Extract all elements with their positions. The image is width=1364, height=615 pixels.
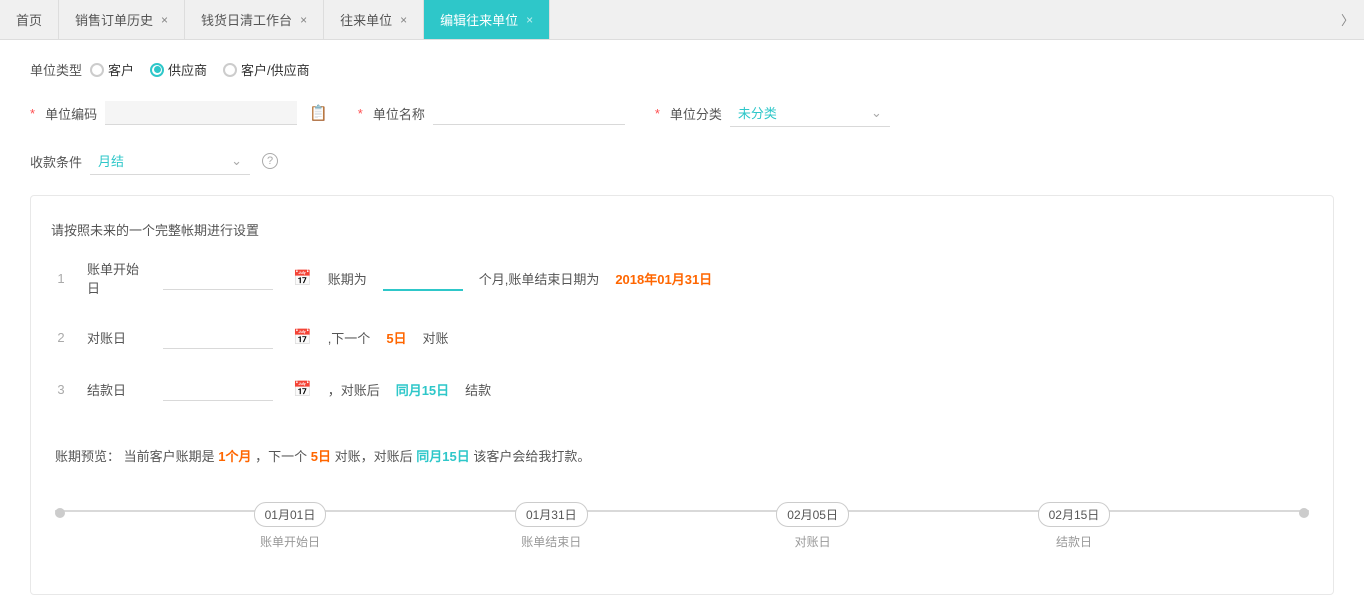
unit-category-label: 单位分类 xyxy=(670,104,722,123)
setting-row-2: 2 对账日 2018-02-05 📅 ,下一个 5日对账 xyxy=(51,325,1313,349)
card-title: 请按照未来的一个完整帐期进行设置 xyxy=(51,220,1313,239)
tab-cash-work[interactable]: 钱货日清工作台 × xyxy=(185,0,324,39)
payment-date-input[interactable]: 2018-02-15 xyxy=(163,377,273,401)
payment-condition-arrow-icon: ⌄ xyxy=(231,153,242,169)
row-label-3: 结款日 xyxy=(87,380,147,399)
unit-name-input[interactable]: 河南供应商22 xyxy=(433,101,625,125)
timeline-label-2: 账单结束日 xyxy=(521,533,581,550)
timeline-container: 01月01日 账单开始日 01月31日 账单结束日 02月05日 对账日 xyxy=(55,492,1309,570)
preview-highlight2: 5日 xyxy=(311,449,331,464)
row-label-1: 账单开始日 xyxy=(87,259,147,297)
start-date-input[interactable]: 2018-01-01 xyxy=(163,266,273,290)
reconcile-desc-prefix: ,下一个 xyxy=(328,328,371,347)
payment-desc-suffix: 结款 xyxy=(465,380,491,399)
period-input[interactable]: 1 xyxy=(383,266,463,291)
unit-code-field: * 单位编码 000001 📋 xyxy=(30,101,328,125)
row-num-2: 2 xyxy=(51,330,71,345)
preview-title: 账期预览： xyxy=(55,449,120,464)
timeline-start-dot xyxy=(55,508,65,518)
unit-type-row: 单位类型 客户 供应商 客户/供应商 xyxy=(30,60,1334,79)
period-end-date: 2018年01月31日 xyxy=(615,269,712,288)
timeline-point-3: 02月05日 对账日 xyxy=(776,502,849,550)
preview-prefix: 当前客户账期是 xyxy=(124,449,215,464)
timeline-label-1: 账单开始日 xyxy=(260,533,320,550)
setting-row-3: 3 结款日 2018-02-15 📅 ，对账后同月15日结款 xyxy=(51,377,1313,401)
payment-desc-highlight: 同月15日 xyxy=(396,380,449,399)
payment-desc-prefix: ，对账后 xyxy=(328,380,380,399)
unit-category-value: 未分类 xyxy=(738,103,863,122)
tab-expand-button[interactable]: 〉 xyxy=(1331,0,1364,39)
radio-customer-label: 客户 xyxy=(108,60,134,79)
radio-supplier[interactable]: 供应商 xyxy=(150,60,207,79)
payment-condition-field: 收款条件 月结 ⌄ ? xyxy=(30,147,278,175)
reconcile-date-calendar-icon[interactable]: 📅 xyxy=(293,328,312,346)
unit-category-field: * 单位分类 未分类 ⌄ xyxy=(655,99,890,127)
payment-date-calendar-icon[interactable]: 📅 xyxy=(293,380,312,398)
timeline-badge-2: 01月31日 xyxy=(515,502,588,527)
payment-condition-value: 月结 xyxy=(98,151,223,170)
unit-type-field: 单位类型 客户 供应商 客户/供应商 xyxy=(30,60,310,79)
row-num-3: 3 xyxy=(51,382,71,397)
start-date-calendar-icon[interactable]: 📅 xyxy=(293,269,312,287)
row-num-1: 1 xyxy=(51,271,71,286)
reconcile-date-input[interactable]: 2018-02-05 xyxy=(163,325,273,349)
unit-code-input[interactable]: 000001 xyxy=(105,101,297,125)
help-icon[interactable]: ? xyxy=(262,153,278,169)
tab-edit-partner-close[interactable]: × xyxy=(526,13,533,27)
unit-type-radio-group: 客户 供应商 客户/供应商 xyxy=(90,60,310,79)
preview-mid2: 对账，对账后 xyxy=(335,449,413,464)
tab-edit-partner[interactable]: 编辑往来单位 × xyxy=(424,0,550,39)
timeline-point-2: 01月31日 账单结束日 xyxy=(515,502,588,550)
preview-text: 账期预览： 当前客户账期是 1个月 ，下一个 5日 对账，对账后 同月15日 该… xyxy=(55,445,1309,468)
unit-code-label: 单位编码 xyxy=(45,104,97,123)
tab-partner-unit[interactable]: 往来单位 × xyxy=(324,0,424,39)
unit-category-dropdown[interactable]: 未分类 ⌄ xyxy=(730,99,890,127)
radio-both[interactable]: 客户/供应商 xyxy=(223,60,310,79)
preview-highlight3: 同月15日 xyxy=(416,449,469,464)
reconcile-desc-suffix: 对账 xyxy=(423,328,449,347)
timeline-end-dot xyxy=(1299,508,1309,518)
unit-type-label: 单位类型 xyxy=(30,60,82,79)
timeline-badge-1: 01月01日 xyxy=(254,502,327,527)
timeline-label-3: 对账日 xyxy=(795,533,831,550)
radio-both-label: 客户/供应商 xyxy=(241,60,310,79)
radio-customer[interactable]: 客户 xyxy=(90,60,134,79)
timeline-badge-3: 02月05日 xyxy=(776,502,849,527)
timeline-label-4: 结款日 xyxy=(1056,533,1092,550)
tab-partner-unit-close[interactable]: × xyxy=(400,13,407,27)
payment-condition-row: 收款条件 月结 ⌄ ? xyxy=(30,147,1334,175)
preview-section: 账期预览： 当前客户账期是 1个月 ，下一个 5日 对账，对账后 同月15日 该… xyxy=(51,429,1313,570)
tab-home[interactable]: 首页 xyxy=(0,0,59,39)
tab-bar: 首页 销售订单历史 × 钱货日清工作台 × 往来单位 × 编辑往来单位 × 〉 xyxy=(0,0,1364,40)
radio-both-circle xyxy=(223,63,237,77)
preview-mid1: ，下一个 xyxy=(255,449,307,464)
radio-supplier-circle xyxy=(150,63,164,77)
setting-row-1: 1 账单开始日 2018-01-01 📅 账期为 1 个月,账单结束日期为 20… xyxy=(51,259,1313,297)
tab-sales-history-close[interactable]: × xyxy=(161,13,168,27)
period-unit: 个月,账单结束日期为 xyxy=(479,269,600,288)
timeline-points: 01月01日 账单开始日 01月31日 账单结束日 02月05日 对账日 xyxy=(55,502,1309,550)
unit-category-arrow-icon: ⌄ xyxy=(871,105,882,121)
unit-code-copy-icon[interactable]: 📋 xyxy=(309,104,328,122)
main-content: 单位类型 客户 供应商 客户/供应商 * 单位编码 00000 xyxy=(0,40,1364,615)
radio-supplier-label: 供应商 xyxy=(168,60,207,79)
timeline-point-4: 02月15日 结款日 xyxy=(1038,502,1111,550)
tab-cash-work-close[interactable]: × xyxy=(300,13,307,27)
timeline-point-1: 01月01日 账单开始日 xyxy=(254,502,327,550)
tab-sales-history[interactable]: 销售订单历史 × xyxy=(59,0,185,39)
unit-name-label: 单位名称 xyxy=(373,104,425,123)
preview-suffix: 该客户会给我打款。 xyxy=(473,449,590,464)
unit-info-row: * 单位编码 000001 📋 * 单位名称 河南供应商22 * 单位分类 未分… xyxy=(30,99,1334,127)
radio-customer-circle xyxy=(90,63,104,77)
row-label-2: 对账日 xyxy=(87,328,147,347)
period-label: 账期为 xyxy=(328,269,367,288)
preview-highlight1: 1个月 xyxy=(218,449,251,464)
reconcile-desc-highlight: 5日 xyxy=(386,328,406,347)
settings-card: 请按照未来的一个完整帐期进行设置 1 账单开始日 2018-01-01 📅 账期… xyxy=(30,195,1334,595)
payment-condition-label: 收款条件 xyxy=(30,152,82,171)
payment-condition-dropdown[interactable]: 月结 ⌄ xyxy=(90,147,250,175)
unit-name-field: * 单位名称 河南供应商22 xyxy=(358,101,625,125)
timeline-badge-4: 02月15日 xyxy=(1038,502,1111,527)
